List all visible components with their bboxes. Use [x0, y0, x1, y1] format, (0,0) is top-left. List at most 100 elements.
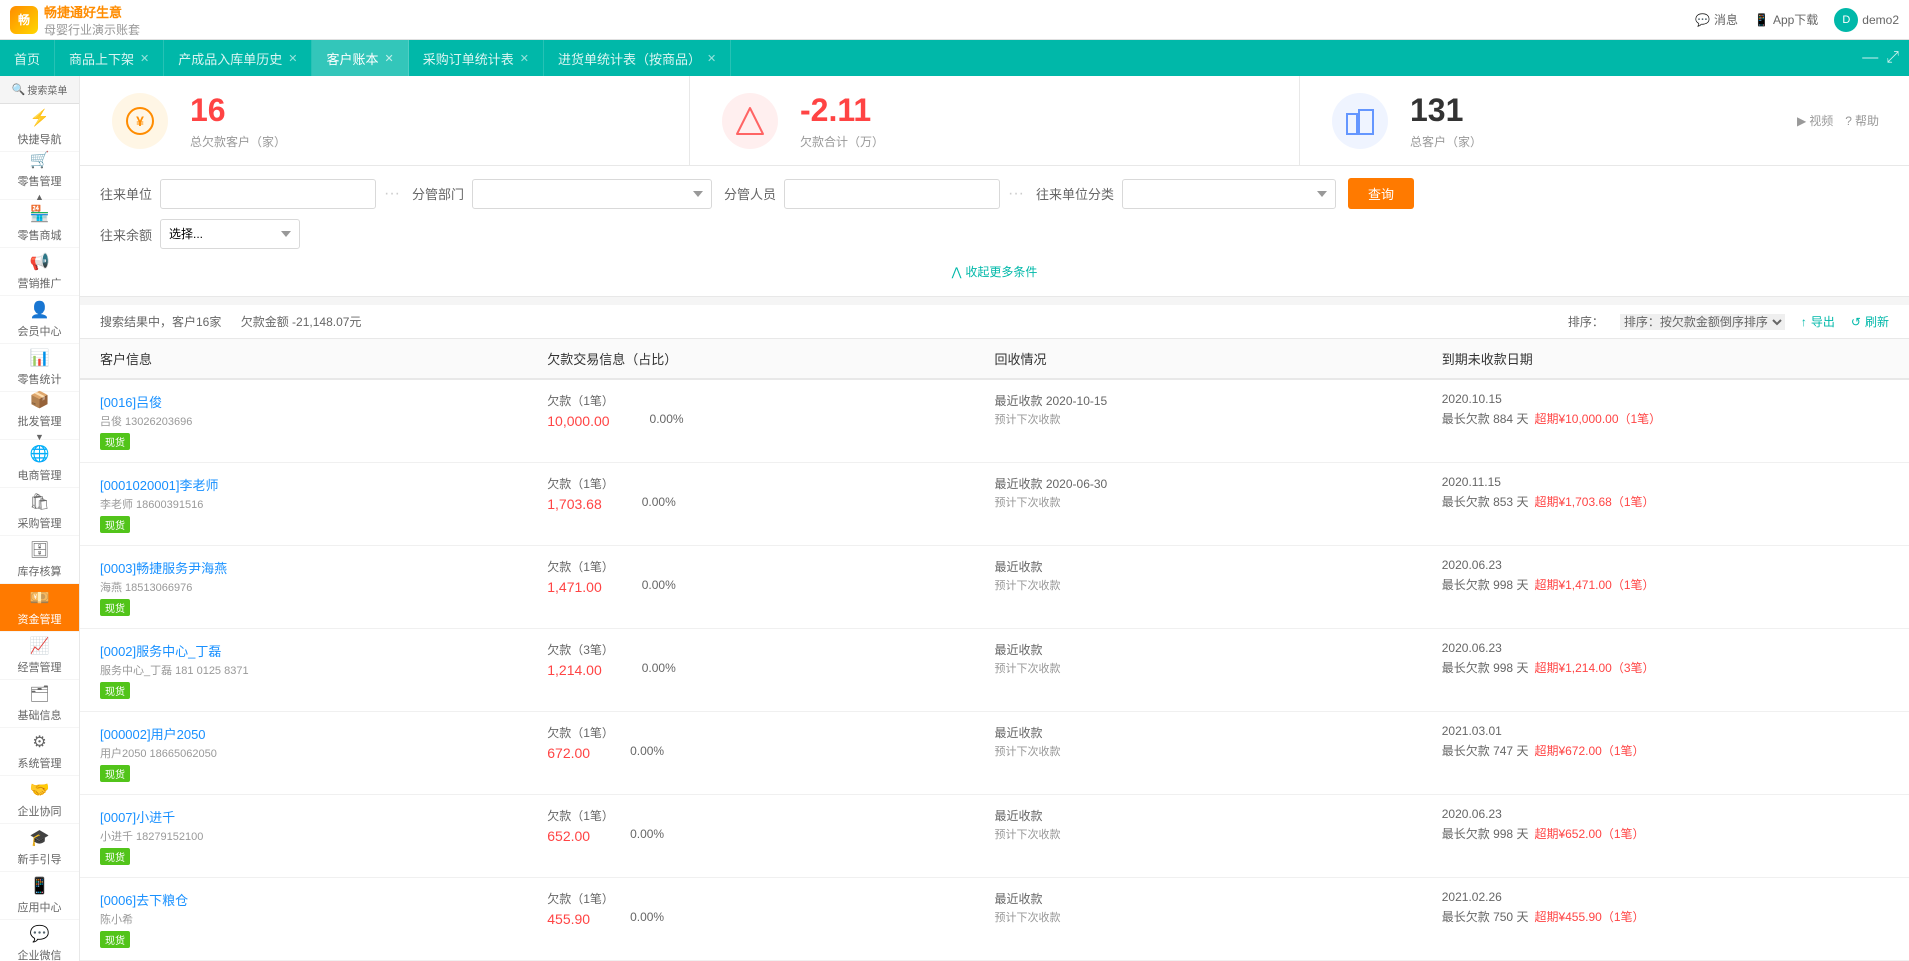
- customer-name-6[interactable]: [0006]去下粮仓: [100, 890, 547, 909]
- sidebar-item-retail-stats[interactable]: 📊 零售统计: [0, 344, 79, 392]
- collection-date-1: 最近收款 2020-06-30: [995, 475, 1442, 492]
- overdue-link-3[interactable]: 超期¥1,214.00（3笔）: [1534, 659, 1654, 676]
- tab-purchase-stats-label: 采购订单统计表: [423, 49, 514, 68]
- sort-select[interactable]: 排序：按欠款金额倒序排序: [1620, 314, 1785, 330]
- customer-name-4[interactable]: [000002]用户2050: [100, 724, 547, 743]
- tab-home[interactable]: 首页: [0, 40, 55, 76]
- source-unit-input[interactable]: [160, 179, 376, 209]
- close-tab-product-listing[interactable]: ✕: [140, 52, 149, 65]
- sidebar-item-newbie[interactable]: 🎓 新手引导: [0, 824, 79, 872]
- tab-customer-ledger[interactable]: 客户账本 ✕: [312, 40, 408, 76]
- person-input[interactable]: [784, 179, 1000, 209]
- overdue-link-2[interactable]: 超期¥1,471.00（1笔）: [1534, 576, 1654, 593]
- search-button[interactable]: 查询: [1348, 178, 1414, 209]
- table-header: 客户信息 欠款交易信息（占比） 回收情况 到期未收款日期: [80, 339, 1909, 380]
- sidebar-item-retail-mall[interactable]: 🏪 零售商城: [0, 200, 79, 248]
- stat-icon-circle-pink: [722, 93, 778, 149]
- sidebar-item-enterprise[interactable]: 🤝 企业协同: [0, 776, 79, 824]
- customer-tag-0: 现货: [100, 433, 130, 450]
- sidebar-item-basic[interactable]: 🗂 基础信息: [0, 680, 79, 728]
- video-btn[interactable]: ▶ 视频: [1797, 112, 1833, 129]
- person-dots[interactable]: ···: [1008, 185, 1024, 203]
- sidebar-item-inventory[interactable]: 🗄 库存核算: [0, 536, 79, 584]
- close-tab-production-history[interactable]: ✕: [288, 52, 297, 65]
- app-download-btn[interactable]: 📱 App下载: [1754, 11, 1818, 28]
- overdue-link-1[interactable]: 超期¥1,703.68（1笔）: [1534, 493, 1654, 510]
- retail-stats-icon: 📊: [30, 348, 50, 368]
- debt-ratio-6: 0.00%: [630, 910, 664, 924]
- customer-tag-1: 现货: [100, 516, 130, 533]
- table-header-customer: 客户信息: [100, 349, 547, 368]
- main-layout: 🔍 搜索菜单 ⚡ 快捷导航 🛒 零售管理 ▲ 🏪 零售商城 📢 营销推广 👤 会…: [0, 76, 1909, 961]
- customer-name-1[interactable]: [0001020001]李老师: [100, 475, 547, 494]
- overdue-link-6[interactable]: 超期¥455.90（1笔）: [1534, 908, 1644, 925]
- nav-tabs: 首页 商品上下架 ✕ 产成品入库单历史 ✕ 客户账本 ✕ 采购订单统计表 ✕ 进…: [0, 40, 1909, 76]
- refresh-btn[interactable]: ↺ 刷新: [1851, 313, 1889, 330]
- overdue-link-5[interactable]: 超期¥652.00（1笔）: [1534, 825, 1644, 842]
- sidebar-item-batch-mgmt[interactable]: 📦 批发管理 ▼: [0, 392, 79, 440]
- debt-amount-2: 1,471.00: [547, 579, 602, 595]
- tab-production-history[interactable]: 产成品入库单历史 ✕: [164, 40, 312, 76]
- balance-select[interactable]: 选择...: [160, 219, 300, 249]
- source-unit-dots[interactable]: ···: [384, 185, 400, 203]
- stat-icon-total: [1330, 91, 1390, 151]
- minimize-icon[interactable]: —: [1862, 49, 1878, 67]
- wechat-icon: 💬: [30, 924, 50, 944]
- sidebar-item-ecommerce[interactable]: 🌐 电商管理: [0, 440, 79, 488]
- collection-next-0: 预计下次收款: [995, 411, 1442, 427]
- sidebar-item-purchase[interactable]: 🛍 采购管理: [0, 488, 79, 536]
- sidebar-purchase-label: 采购管理: [18, 515, 62, 531]
- user-menu[interactable]: D demo2: [1834, 8, 1899, 32]
- sidebar-item-marketing[interactable]: 📢 营销推广: [0, 248, 79, 296]
- due-info-2: 2020.06.23 最长欠款 998 天 超期¥1,471.00（1笔）: [1442, 558, 1889, 593]
- dept-select[interactable]: [472, 179, 712, 209]
- stat-card-actions: ▶ 视频 ? 帮助: [1797, 112, 1879, 129]
- customer-sub-3: 服务中心_丁磊 181 0125 8371: [100, 662, 547, 678]
- export-btn[interactable]: ↑ 导出: [1801, 313, 1835, 330]
- balance-label: 往来余额: [100, 225, 152, 244]
- sidebar-item-retail-mgmt[interactable]: 🛒 零售管理 ▲: [0, 152, 79, 200]
- tab-purchase-stats[interactable]: 采购订单统计表 ✕: [409, 40, 544, 76]
- stat-icon-amount: [720, 91, 780, 151]
- customer-info-3: [0002]服务中心_丁磊 服务中心_丁磊 181 0125 8371 现货: [100, 641, 547, 699]
- help-btn[interactable]: ? 帮助: [1845, 112, 1879, 129]
- sidebar-item-wechat[interactable]: 💬 企业微信: [0, 920, 79, 961]
- subtitle: 母婴行业演示账套: [44, 21, 140, 38]
- customer-name-5[interactable]: [0007]小进千: [100, 807, 547, 826]
- collection-info-2: 最近收款 预计下次收款: [995, 558, 1442, 593]
- debt-count-1: 欠款（1笔）: [547, 475, 994, 492]
- customer-name-2[interactable]: [0003]畅捷服务尹海燕: [100, 558, 547, 577]
- overdue-link-0[interactable]: 超期¥10,000.00（1笔）: [1534, 410, 1661, 427]
- app-download-label: App下载: [1773, 11, 1818, 28]
- maximize-icon[interactable]: ⤢: [1886, 49, 1899, 67]
- overdue-days-4: 最长欠款 747 天: [1442, 742, 1529, 759]
- close-tab-purchase-stats[interactable]: ✕: [520, 52, 529, 65]
- table-row: [0016]吕俊 吕俊 13026203696 现货 欠款（1笔） 10,000…: [80, 380, 1909, 463]
- collapse-btn[interactable]: ⋀ 收起更多条件: [100, 259, 1889, 284]
- collection-info-6: 最近收款 预计下次收款: [995, 890, 1442, 925]
- customer-info-6: [0006]去下粮仓 陈小希 现货: [100, 890, 547, 948]
- sidebar-item-apps[interactable]: 📱 应用中心: [0, 872, 79, 920]
- tab-product-listing[interactable]: 商品上下架 ✕: [55, 40, 164, 76]
- inventory-icon: 🗄: [29, 540, 49, 560]
- sidebar-item-quick-nav[interactable]: ⚡ 快捷导航: [0, 104, 79, 152]
- sidebar-retail-mgmt-label: 零售管理: [18, 173, 62, 189]
- overdue-link-4[interactable]: 超期¥672.00（1笔）: [1534, 742, 1644, 759]
- message-btn[interactable]: 💬 消息: [1695, 11, 1738, 28]
- table-row: [0002]服务中心_丁磊 服务中心_丁磊 181 0125 8371 现货 欠…: [80, 629, 1909, 712]
- stats-row: ¥ 16 总欠款客户（家） -2.11 欠款合计（万）: [80, 76, 1909, 166]
- unit-type-select[interactable]: [1122, 179, 1336, 209]
- search-menu-btn[interactable]: 🔍 搜索菜单: [0, 76, 79, 104]
- close-tab-customer-ledger[interactable]: ✕: [385, 52, 394, 65]
- sidebar-item-system[interactable]: ⚙ 系统管理: [0, 728, 79, 776]
- close-tab-purchase-product-stats[interactable]: ✕: [707, 52, 716, 65]
- customer-name-0[interactable]: [0016]吕俊: [100, 392, 547, 411]
- sidebar-item-finance[interactable]: 💴 资金管理: [0, 584, 79, 632]
- customer-name-3[interactable]: [0002]服务中心_丁磊: [100, 641, 547, 660]
- debt-info-3: 欠款（3笔） 1,214.00 0.00%: [547, 641, 994, 678]
- sidebar-item-member[interactable]: 👤 会员中心: [0, 296, 79, 344]
- tab-purchase-product-stats[interactable]: 进货单统计表（按商品） ✕: [544, 40, 731, 76]
- debt-amount-5: 652.00: [547, 828, 590, 844]
- video-label: 视频: [1809, 112, 1833, 129]
- sidebar-item-operation[interactable]: 📈 经营管理: [0, 632, 79, 680]
